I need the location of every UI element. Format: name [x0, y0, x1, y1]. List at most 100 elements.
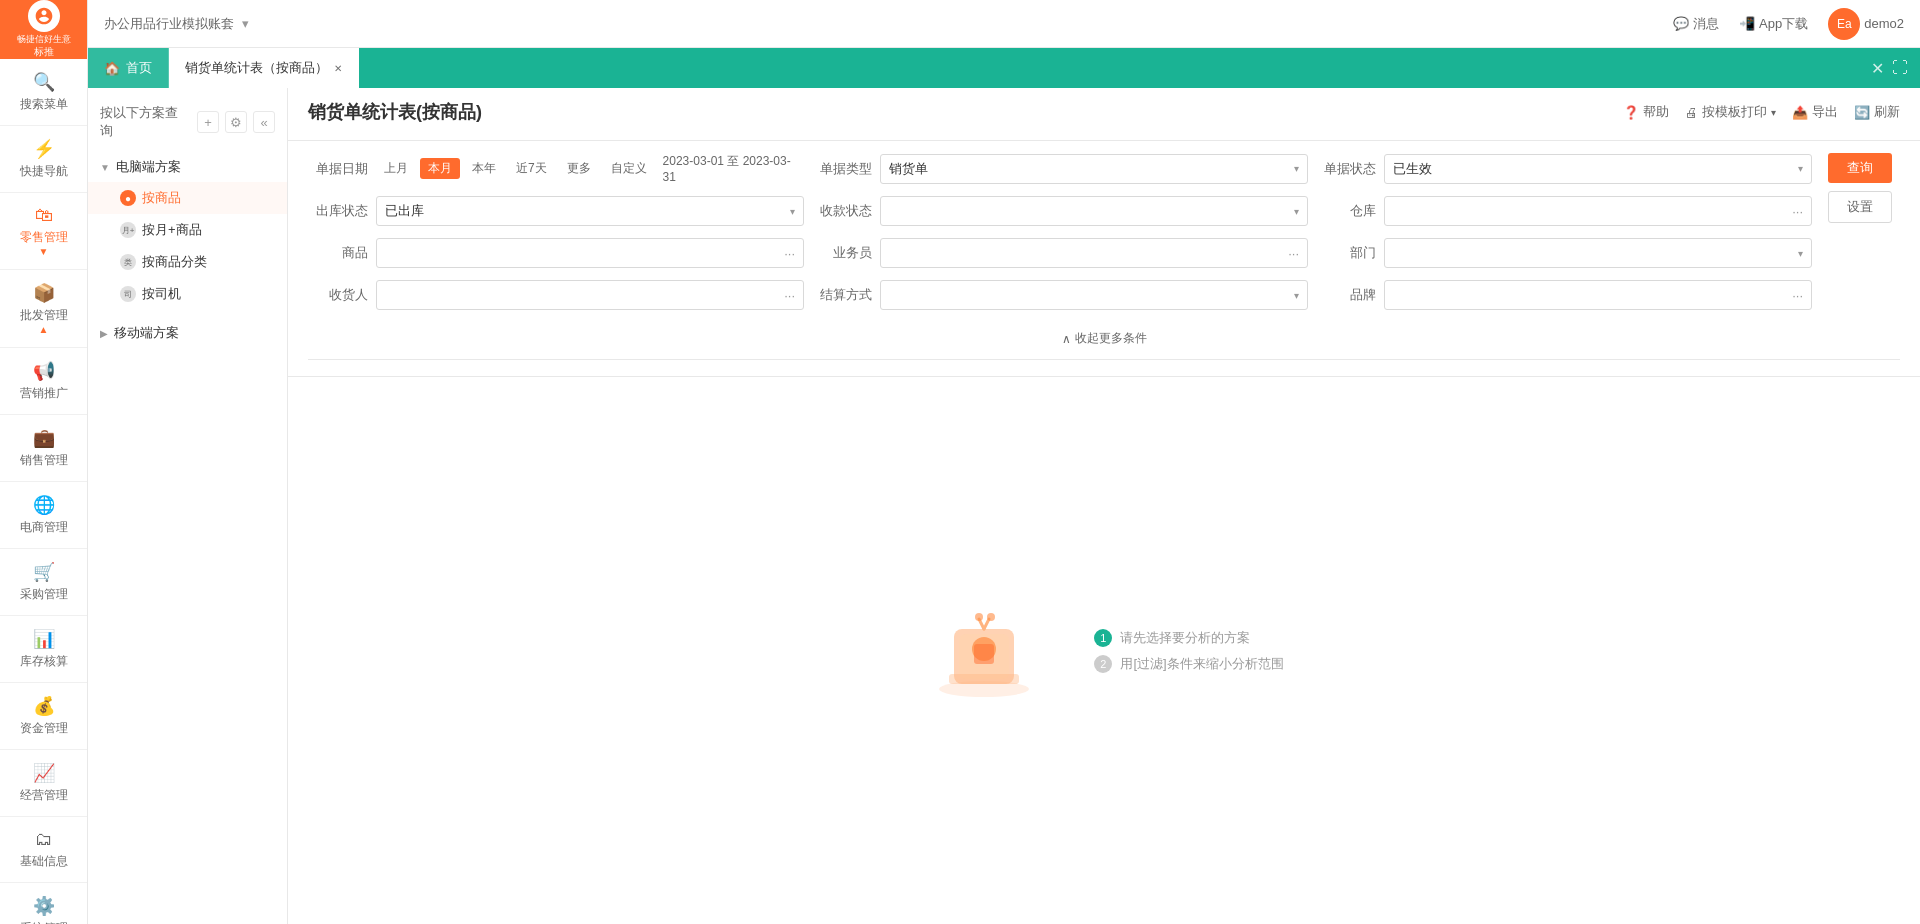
brand-select[interactable]: ···	[1384, 280, 1812, 310]
retail-icon: 🛍	[35, 205, 53, 226]
tabbar-actions: ✕ ⛶	[1871, 59, 1920, 78]
filter-consignee-col: 收货人 ···	[308, 280, 812, 310]
salesman-dots[interactable]: ···	[1288, 246, 1299, 261]
brand-dots[interactable]: ···	[1792, 288, 1803, 303]
help-btn[interactable]: ❓ 帮助	[1623, 103, 1669, 121]
tab-home[interactable]: 🏠 首页	[88, 48, 169, 88]
sidebar-item-inventory[interactable]: 📊 库存核算	[0, 616, 87, 683]
product-select[interactable]: ···	[376, 238, 804, 268]
scheme-by-sku[interactable]: 司 按司机	[88, 278, 287, 310]
sidebar-item-sales[interactable]: 💼 销售管理	[0, 415, 87, 482]
mobile-scheme-parent[interactable]: ▶ 移动端方案	[88, 318, 287, 348]
export-icon: 📤	[1792, 105, 1808, 120]
department-select[interactable]: ▾	[1384, 238, 1812, 268]
sidebar: 畅捷信好生意 标推 🔍 搜索菜单 ⚡ 快捷导航 🛍 零售管理 ▼ 📦 批发管理 …	[0, 0, 88, 924]
scheme-by-category[interactable]: 类 按商品分类	[88, 246, 287, 278]
warehouse-dots[interactable]: ···	[1792, 204, 1803, 219]
docstatus-select[interactable]: 已生效 ▾	[1384, 154, 1812, 184]
outstatus-label: 出库状态	[316, 202, 376, 220]
mobile-arrow-icon: ▶	[100, 328, 108, 339]
salesman-label: 业务员	[820, 244, 880, 262]
print-btn[interactable]: 🖨 按模板打印 ▾	[1685, 103, 1776, 121]
settlement-select[interactable]: ▾	[880, 280, 1308, 310]
empty-step-1: 1 请先选择要分析的方案	[1094, 629, 1283, 647]
logo-icon	[28, 0, 60, 32]
message-icon: 💬	[1673, 16, 1689, 31]
doctype-select[interactable]: 销货单 ▾	[880, 154, 1308, 184]
outstatus-select[interactable]: 已出库 ▾	[376, 196, 804, 226]
app-logo: 畅捷信好生意 标推	[0, 0, 88, 59]
tab-report[interactable]: 销货单统计表（按商品） ✕	[169, 48, 359, 88]
sidebar-item-marketing[interactable]: 📢 营销推广	[0, 348, 87, 415]
warehouse-select[interactable]: ···	[1384, 196, 1812, 226]
filter-docstatus-col: 单据状态 已生效 ▾	[1316, 154, 1820, 184]
sidebar-item-wholesale[interactable]: 📦 批发管理 ▲	[0, 270, 87, 348]
query-btn[interactable]: 查询	[1828, 153, 1892, 183]
tab-close-window-btn[interactable]: ✕	[1871, 59, 1884, 78]
pc-scheme-section: ▼ 电脑端方案 ● 按商品 月+ 按月+商品 类 按商品分类 司 按司机	[88, 148, 287, 314]
tab-maximize-btn[interactable]: ⛶	[1892, 59, 1908, 77]
date-btn-last-month[interactable]: 上月	[376, 158, 416, 179]
sidebar-item-operation[interactable]: 📈 经营管理	[0, 750, 87, 817]
sidebar-item-quicknav[interactable]: ⚡ 快捷导航	[0, 126, 87, 193]
sidebar-item-finance[interactable]: 💰 资金管理	[0, 683, 87, 750]
date-range-display: 2023-03-01 至 2023-03-31	[663, 153, 804, 184]
add-scheme-btn[interactable]: +	[197, 111, 219, 133]
salesman-select[interactable]: ···	[880, 238, 1308, 268]
mobile-scheme-section: ▶ 移动端方案	[88, 314, 287, 352]
scheme-by-product[interactable]: ● 按商品	[88, 182, 287, 214]
refresh-btn[interactable]: 🔄 刷新	[1854, 103, 1900, 121]
sidebar-item-basic[interactable]: 🗂 基础信息	[0, 817, 87, 883]
refresh-icon: 🔄	[1854, 105, 1870, 120]
print-icon: 🖨	[1685, 105, 1698, 120]
sales-icon: 💼	[33, 427, 55, 449]
topbar-left: 办公用品行业模拟账套 ▾	[104, 15, 249, 33]
receiptstatus-label: 收款状态	[820, 202, 880, 220]
brand-label: 品牌	[1324, 286, 1384, 304]
finance-icon: 💰	[33, 695, 55, 717]
collapse-panel-btn[interactable]: «	[253, 111, 275, 133]
tab-close-icon[interactable]: ✕	[334, 63, 342, 74]
system-icon: ⚙️	[33, 895, 55, 917]
sidebar-item-ecommerce[interactable]: 🌐 电商管理	[0, 482, 87, 549]
topbar: 办公用品行业模拟账套 ▾ 💬 消息 📲 App下载 Ea demo2	[88, 0, 1920, 48]
page-actions: ❓ 帮助 🖨 按模板打印 ▾ 📤 导出 🔄	[1623, 103, 1900, 121]
product-dots[interactable]: ···	[784, 246, 795, 261]
consignee-select[interactable]: ···	[376, 280, 804, 310]
empty-illustration	[924, 589, 1044, 712]
date-btn-custom[interactable]: 自定义	[603, 158, 655, 179]
sidebar-item-purchase[interactable]: 🛒 采购管理	[0, 549, 87, 616]
date-btn-more[interactable]: 更多	[559, 158, 599, 179]
basic-icon: 🗂	[35, 829, 53, 850]
scheme-icon-sku: 司	[120, 286, 136, 302]
pc-scheme-parent[interactable]: ▼ 电脑端方案	[88, 152, 287, 182]
message-btn[interactable]: 💬 消息	[1673, 15, 1719, 33]
date-btn-this-month[interactable]: 本月	[420, 158, 460, 179]
consignee-dots[interactable]: ···	[784, 288, 795, 303]
receiptstatus-select[interactable]: ▾	[880, 196, 1308, 226]
logo-subtitle: 畅捷信好生意	[17, 34, 71, 45]
topbar-right: 💬 消息 📲 App下载 Ea demo2	[1673, 8, 1904, 40]
collapse-btn[interactable]: ∧ 收起更多条件	[1062, 330, 1147, 347]
user-avatar-btn[interactable]: Ea demo2	[1828, 8, 1904, 40]
department-dropdown-icon: ▾	[1798, 248, 1803, 259]
date-btn-7days[interactable]: 近7天	[508, 158, 555, 179]
settlement-label: 结算方式	[820, 286, 880, 304]
user-avatar: Ea	[1828, 8, 1860, 40]
filter-product-col: 商品 ···	[308, 238, 812, 268]
empty-state: 1 请先选择要分析的方案 2 用[过滤]条件来缩小分析范围	[288, 377, 1920, 924]
app-download-btn[interactable]: 📲 App下载	[1739, 15, 1808, 33]
filter-receiptstatus-col: 收款状态 ▾	[812, 196, 1316, 226]
date-btn-this-year[interactable]: 本年	[464, 158, 504, 179]
svg-rect-9	[949, 674, 1019, 684]
scheme-by-month-product[interactable]: 月+ 按月+商品	[88, 214, 287, 246]
outstatus-dropdown-icon: ▾	[790, 206, 795, 217]
export-btn[interactable]: 📤 导出	[1792, 103, 1838, 121]
settings-btn[interactable]: 设置	[1828, 191, 1892, 223]
sidebar-item-search[interactable]: 🔍 搜索菜单	[0, 59, 87, 126]
sidebar-item-retail[interactable]: 🛍 零售管理 ▼	[0, 193, 87, 270]
sidebar-item-system[interactable]: ⚙️ 系统管理	[0, 883, 87, 924]
marketing-icon: 📢	[33, 360, 55, 382]
settings-scheme-btn[interactable]: ⚙	[225, 111, 247, 133]
doctype-dropdown-icon: ▾	[1294, 163, 1299, 174]
